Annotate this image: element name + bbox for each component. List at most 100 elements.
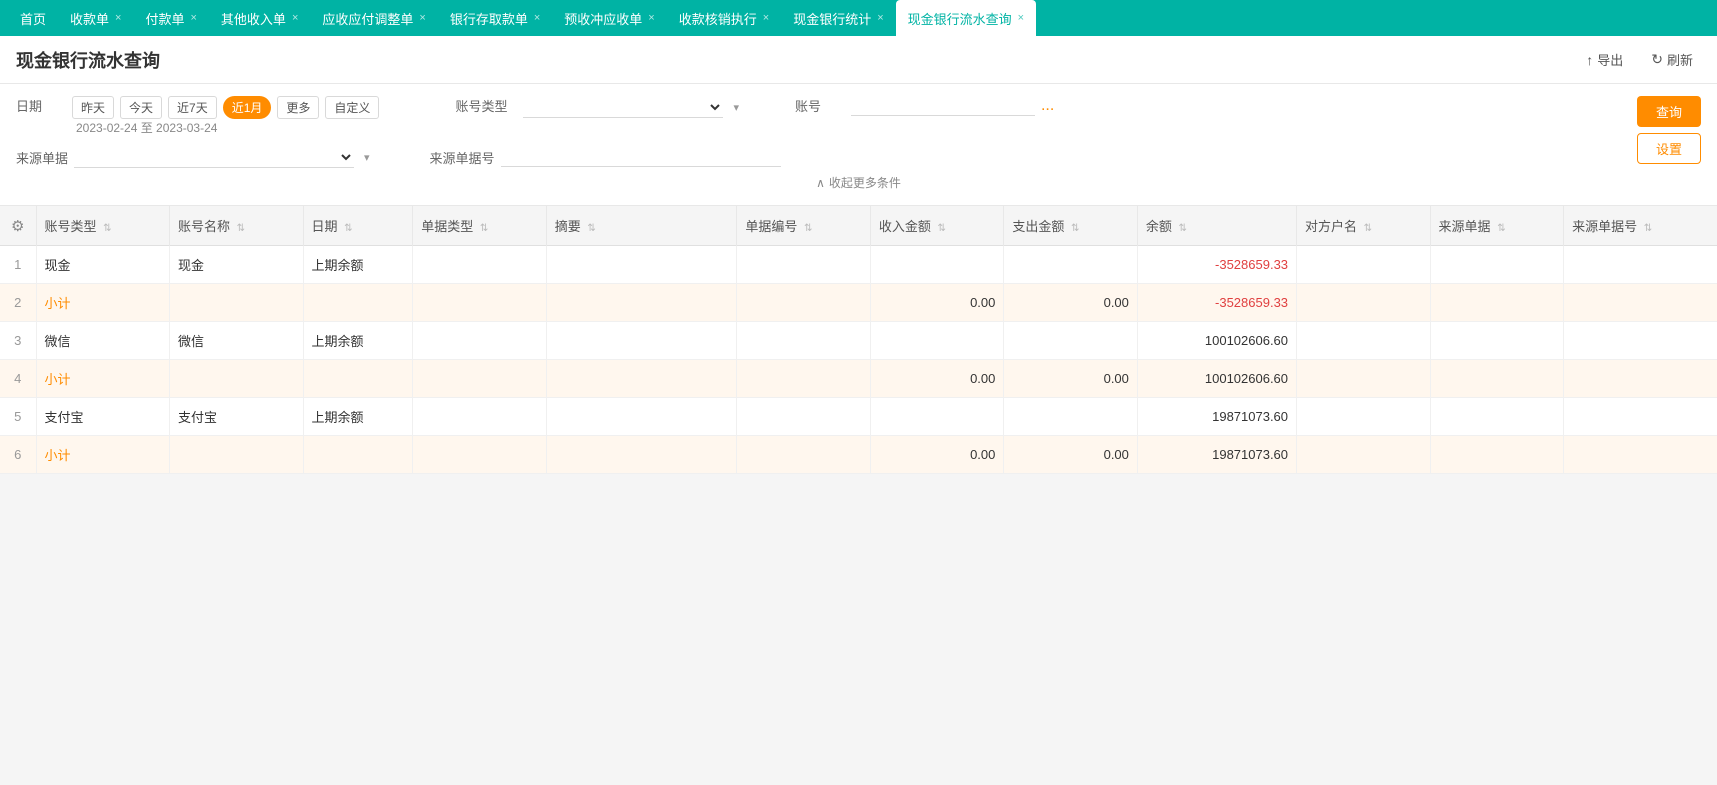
close-icon[interactable]: × [1018,12,1024,24]
source-doc-num-label: 来源单据号 [430,148,495,167]
close-icon[interactable]: × [534,12,540,24]
cell-account-type: 小计 [36,436,170,474]
cell-num: 6 [0,436,36,474]
cell-source-doc [1430,284,1564,322]
nav-payment[interactable]: 付款单 × [133,0,208,36]
gear-icon[interactable]: ⚙ [11,218,24,235]
sort-icon[interactable]: ⇅ [1644,223,1652,234]
right-actions: 查询 设置 [1637,96,1701,164]
cell-doc-no [737,398,871,436]
source-doc-label: 来源单据 [16,148,68,167]
close-icon[interactable]: × [419,12,425,24]
sort-icon[interactable]: ⇅ [237,223,245,234]
cell-source-doc [1430,360,1564,398]
close-icon[interactable]: × [877,12,883,24]
date-1month[interactable]: 近1月 [223,96,272,119]
col-balance: 余额 ⇅ [1137,206,1296,246]
col-doc-no: 单据编号 ⇅ [737,206,871,246]
collapse-bar[interactable]: ∧ 收起更多条件 [16,168,1701,193]
date-more[interactable]: 更多 [277,96,319,119]
cell-doc-no [737,246,871,284]
cell-expense [1004,398,1138,436]
cell-source-doc-no [1564,246,1717,284]
cell-income [870,398,1004,436]
settings-button[interactable]: 设置 [1637,133,1701,164]
table-header-row: ⚙ 账号类型 ⇅ 账号名称 ⇅ 日期 ⇅ 单据类型 ⇅ [0,206,1717,246]
cell-num: 5 [0,398,36,436]
cell-date [303,284,413,322]
sort-icon[interactable]: ⇅ [344,223,352,234]
account-type-label: 账号类型 [455,96,507,115]
cell-account-type: 微信 [36,322,170,360]
query-button[interactable]: 查询 [1637,96,1701,127]
nav-cash-bank-stat[interactable]: 现金银行统计 × [781,0,895,36]
table-row[interactable]: 4 小计 0.00 0.00 100102606.60 [0,360,1717,398]
col-summary: 摘要 ⇅ [546,206,737,246]
close-icon[interactable]: × [115,12,121,24]
cell-account-name: 现金 [170,246,304,284]
sort-icon[interactable]: ⇅ [938,223,946,234]
cell-source-doc-no [1564,398,1717,436]
sort-icon[interactable]: ⇅ [804,223,812,234]
table-row[interactable]: 6 小计 0.00 0.00 19871073.60 [0,436,1717,474]
close-icon[interactable]: × [763,12,769,24]
date-today[interactable]: 今天 [120,96,162,119]
table-row[interactable]: 1 现金 现金 上期余额 -3528659.33 [0,246,1717,284]
sort-icon[interactable]: ⇅ [1497,223,1505,234]
col-source-doc-no: 来源单据号 ⇅ [1564,206,1717,246]
source-doc-num-input[interactable] [501,147,781,167]
cell-source-doc-no [1564,360,1717,398]
account-input[interactable] [851,96,1035,116]
cell-account-name [170,284,304,322]
cell-source-doc [1430,436,1564,474]
nav-receipt[interactable]: 收款单 × [58,0,133,36]
refresh-button[interactable]: ↻ 刷新 [1643,46,1701,73]
table-row[interactable]: 5 支付宝 支付宝 上期余额 19871073.60 [0,398,1717,436]
cell-doc-no [737,436,871,474]
cell-source-doc [1430,246,1564,284]
cell-expense [1004,246,1138,284]
cell-num: 2 [0,284,36,322]
chevron-down-icon: ▾ [364,151,370,164]
sort-icon[interactable]: ⇅ [1364,223,1372,234]
sort-icon[interactable]: ⇅ [1179,223,1187,234]
close-icon[interactable]: × [648,12,654,24]
account-type-select[interactable] [523,96,723,118]
nav-other-income[interactable]: 其他收入单 × [209,0,310,36]
cell-income: 0.00 [870,360,1004,398]
cell-counterparty [1297,398,1431,436]
filter-area: 日期 昨天 今天 近7天 近1月 更多 自定义 2023-02-24 至 202… [0,84,1717,206]
data-table: ⚙ 账号类型 ⇅ 账号名称 ⇅ 日期 ⇅ 单据类型 ⇅ [0,206,1717,474]
table-row[interactable]: 2 小计 0.00 0.00 -3528659.33 [0,284,1717,322]
sort-icon[interactable]: ⇅ [1071,223,1079,234]
source-doc-select[interactable] [74,146,354,168]
sort-icon[interactable]: ⇅ [480,223,488,234]
table-row[interactable]: 3 微信 微信 上期余额 100102606.60 [0,322,1717,360]
top-nav: 首页 收款单 × 付款单 × 其他收入单 × 应收应付调整单 × 银行存取款单 … [0,0,1717,36]
nav-collection-exec[interactable]: 收款核销执行 × [667,0,781,36]
page-title: 现金银行流水查询 [16,47,160,73]
close-icon[interactable]: × [190,12,196,24]
nav-cash-bank-flow[interactable]: 现金银行流水查询 × [896,0,1036,36]
nav-home[interactable]: 首页 [8,0,58,36]
nav-bank-deposit[interactable]: 银行存取款单 × [438,0,552,36]
col-income: 收入金额 ⇅ [870,206,1004,246]
nav-ar-ap-adjust[interactable]: 应收应付调整单 × [310,0,437,36]
sort-icon[interactable]: ⇅ [103,223,111,234]
date-custom[interactable]: 自定义 [325,96,379,119]
cell-account-name: 微信 [170,322,304,360]
col-source-doc: 来源单据 ⇅ [1430,206,1564,246]
nav-prepay-offset[interactable]: 预收冲应收单 × [552,0,666,36]
close-icon[interactable]: × [292,12,298,24]
cell-summary [546,246,737,284]
cell-source-doc-no [1564,284,1717,322]
sort-icon[interactable]: ⇅ [587,223,595,234]
cell-account-name: 支付宝 [170,398,304,436]
cell-expense [1004,322,1138,360]
date-yesterday[interactable]: 昨天 [72,96,114,119]
date-options: 昨天 今天 近7天 近1月 更多 自定义 [72,96,379,119]
export-button[interactable]: ↑ 导出 [1578,46,1631,73]
date-7days[interactable]: 近7天 [168,96,217,119]
cell-doc-type [413,246,547,284]
account-dots[interactable]: ... [1041,97,1054,115]
